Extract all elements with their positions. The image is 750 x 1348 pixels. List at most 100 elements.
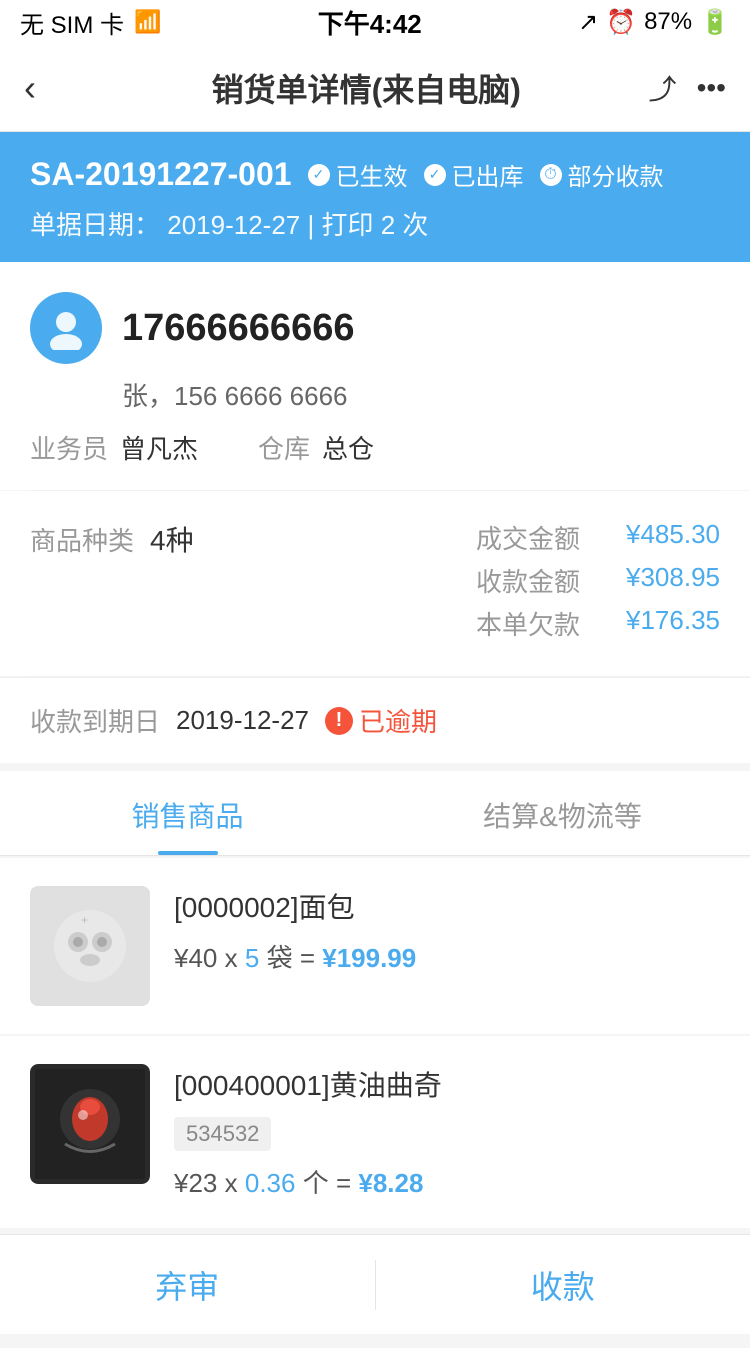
warehouse-label: 仓库 [258, 429, 310, 466]
product-thumbnail-2 [30, 1064, 150, 1184]
badge-shipped-label: 已出库 [452, 157, 524, 192]
thumb-placeholder-1: + [30, 886, 150, 1006]
product-name-2: [000400001]黄油曲奇 [174, 1064, 720, 1104]
payment-label: 收款 [531, 1262, 595, 1308]
tabs-section: 销售商品 结算&物流等 + [0, 763, 750, 1228]
debt-label: 本单欠款 [476, 605, 580, 642]
product-item: + [0000002]面包 ¥40 x 5 袋 = ¥199.99 [0, 858, 750, 1034]
product-image-2 [35, 1069, 145, 1179]
debt-row: 本单欠款 ¥176.35 [476, 605, 720, 642]
product-batch-2: 534532 [174, 1117, 271, 1151]
more-button[interactable]: ••• [697, 72, 726, 104]
avatar-icon [44, 306, 88, 350]
tab-products-label: 销售商品 [131, 801, 243, 832]
wifi-icon: 📶 [134, 9, 161, 35]
due-label: 收款到期日 [30, 702, 160, 739]
alarm-icon: ⏰ [606, 8, 636, 37]
product-info-1: [0000002]面包 ¥40 x 5 袋 = ¥199.99 [174, 886, 720, 975]
customer-name: 张，156 6666 6666 [30, 376, 720, 413]
owl-icon: + [50, 906, 130, 986]
date-label: 单据日期： [30, 210, 160, 240]
nav-actions: ⤴ ••• [649, 68, 726, 108]
battery-icon: 🔋 [700, 8, 730, 37]
received-value: ¥308.95 [600, 562, 720, 599]
back-button[interactable]: ‹ [24, 67, 84, 109]
battery-text: 87% [644, 8, 692, 36]
page-title: 销货单详情(来自电脑) [212, 65, 521, 111]
order-date-value: 2019-12-27 [167, 210, 300, 240]
svg-text:+: + [81, 913, 88, 927]
sales-info: 业务员 曾凡杰 [30, 429, 198, 466]
product-list: + [0000002]面包 ¥40 x 5 袋 = ¥199.99 [0, 858, 750, 1228]
sales-label: 业务员 [30, 429, 108, 466]
product-price-1: ¥40 x 5 袋 = ¥199.99 [174, 938, 720, 975]
order-id: SA-20191227-001 [30, 156, 292, 193]
avatar [30, 292, 102, 364]
product-thumbnail-1: + [30, 886, 150, 1006]
print-suffix: 次 [402, 210, 428, 240]
badge-effective-label: 已生效 [336, 157, 408, 192]
tabs-bar: 销售商品 结算&物流等 [0, 771, 750, 856]
status-bar: 无 SIM 卡 📶 下午4:42 ↗ ⏰ 87% 🔋 [0, 0, 750, 44]
price-qty-2: 0.36 [245, 1168, 296, 1198]
summary-category: 商品种类 4种 [30, 519, 194, 559]
category-value: 4种 [150, 519, 194, 559]
received-label: 收款金额 [476, 562, 580, 599]
customer-section: 17666666666 张，156 6666 6666 业务员 曾凡杰 仓库 总… [0, 262, 750, 490]
tab-settlement[interactable]: 结算&物流等 [375, 771, 750, 855]
tab-products[interactable]: 销售商品 [0, 771, 375, 855]
debt-value: ¥176.35 [600, 605, 720, 642]
overdue-badge: ! 已逾期 [325, 702, 437, 739]
price-x-2: x [225, 1168, 245, 1198]
status-right: ↗ ⏰ 87% 🔋 [578, 8, 730, 37]
amount-value: ¥485.30 [600, 519, 720, 556]
price-eq-2: = [336, 1168, 358, 1198]
product-price-2: ¥23 x 0.36 个 = ¥8.28 [174, 1163, 720, 1200]
check-icon: ✓ [308, 164, 330, 186]
cancel-audit-button[interactable]: 弃审 [0, 1235, 375, 1334]
share-button[interactable]: ⤴ [649, 68, 677, 108]
cancel-audit-label: 弃审 [155, 1262, 219, 1308]
price-total-2: ¥8.28 [358, 1168, 423, 1198]
price-qty-1: 5 [245, 943, 259, 973]
due-section: 收款到期日 2019-12-27 ! 已逾期 [0, 677, 750, 763]
order-date-row: 单据日期： 2019-12-27 | 打印 2 次 [30, 205, 720, 242]
summary-section: 商品种类 4种 成交金额 ¥485.30 收款金额 ¥308.95 本单欠款 ¥… [0, 491, 750, 676]
bottom-actions: 弃审 收款 [0, 1234, 750, 1334]
product-info-2: [000400001]黄油曲奇 534532 ¥23 x 0.36 个 = ¥8… [174, 1064, 720, 1200]
warehouse-value: 总仓 [322, 429, 374, 466]
badge-partial-label: 部分收款 [568, 157, 664, 192]
status-badges: ✓ 已生效 ✓ 已出库 ⏱ 部分收款 [308, 157, 664, 192]
product-name-1: [0000002]面包 [174, 886, 720, 926]
price-eq-1: = [300, 943, 322, 973]
price-unit-2: 个 [303, 1168, 329, 1198]
due-date: 2019-12-27 [176, 705, 309, 736]
product-item-2: [000400001]黄油曲奇 534532 ¥23 x 0.36 个 = ¥8… [0, 1036, 750, 1228]
badge-effective: ✓ 已生效 [308, 157, 408, 192]
price-base-2: ¥23 [174, 1168, 217, 1198]
check-icon2: ✓ [424, 164, 446, 186]
location-icon: ↗ [578, 8, 598, 37]
warehouse-info: 仓库 总仓 [258, 429, 374, 466]
status-time: 下午4:42 [318, 4, 422, 41]
summary-row: 商品种类 4种 成交金额 ¥485.30 收款金额 ¥308.95 本单欠款 ¥… [30, 519, 720, 648]
nav-bar: ‹ 销货单详情(来自电脑) ⤴ ••• [0, 44, 750, 132]
badge-partial: ⏱ 部分收款 [540, 157, 664, 192]
payment-button[interactable]: 收款 [376, 1235, 750, 1334]
overdue-icon: ! [325, 707, 353, 735]
status-left: 无 SIM 卡 📶 [20, 5, 161, 40]
amount-row: 成交金额 ¥485.30 [476, 519, 720, 556]
print-count: 2 [381, 210, 395, 240]
clock-icon: ⏱ [540, 164, 562, 186]
category-label: 商品种类 [30, 521, 134, 558]
carrier-text: 无 SIM 卡 [20, 5, 124, 40]
received-row: 收款金额 ¥308.95 [476, 562, 720, 599]
tab-settlement-label: 结算&物流等 [483, 801, 642, 832]
price-base-1: ¥40 [174, 943, 217, 973]
order-header: SA-20191227-001 ✓ 已生效 ✓ 已出库 ⏱ 部分收款 单据日期：… [0, 132, 750, 262]
overdue-text: 已逾期 [359, 702, 437, 739]
price-x-1: x [225, 943, 245, 973]
customer-phone: 17666666666 [122, 307, 354, 350]
order-header-top: SA-20191227-001 ✓ 已生效 ✓ 已出库 ⏱ 部分收款 [30, 156, 720, 193]
summary-amounts: 成交金额 ¥485.30 收款金额 ¥308.95 本单欠款 ¥176.35 [476, 519, 720, 648]
